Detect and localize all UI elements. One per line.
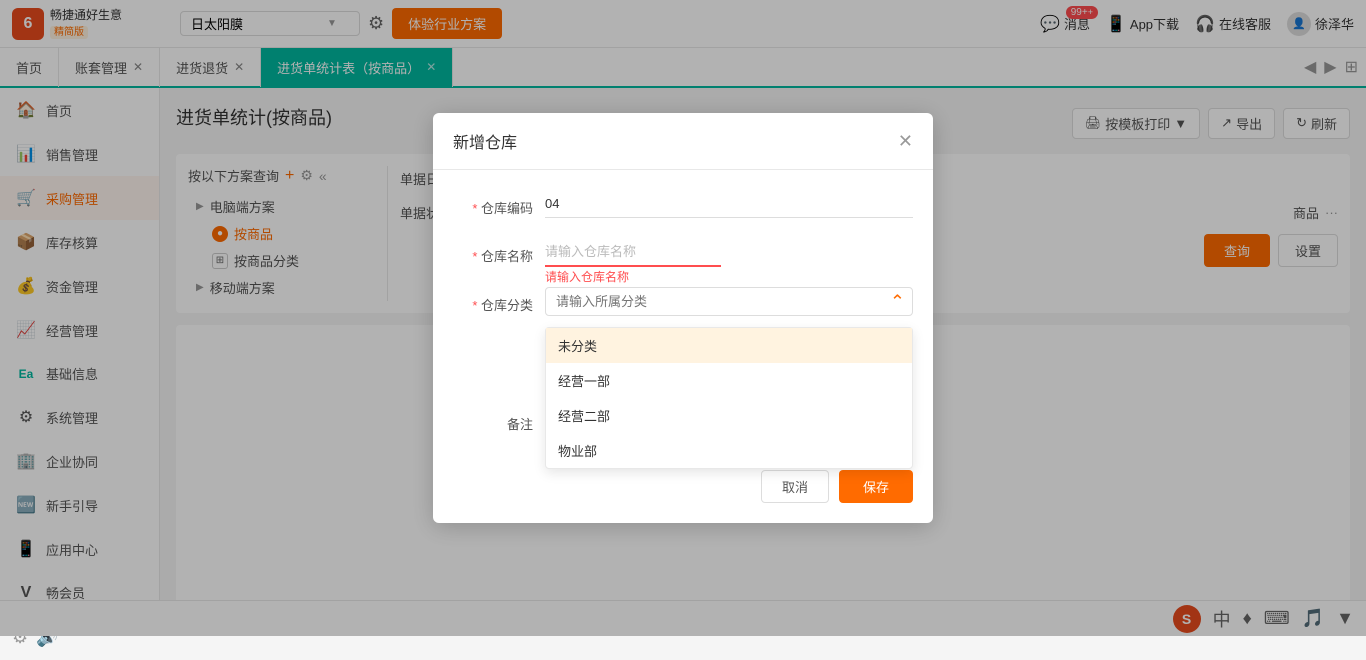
add-warehouse-modal: 新增仓库 ✕ 仓库编码 仓库名称 请输入仓库名称 仓库分类	[433, 113, 933, 523]
modal-overlay: 新增仓库 ✕ 仓库编码 仓库名称 请输入仓库名称 仓库分类	[0, 0, 1366, 636]
save-button[interactable]: 保存	[839, 470, 913, 503]
warehouse-category-row: 仓库分类 ⌃ 未分类 经营一部 经营二部 物业部	[453, 287, 913, 316]
category-dropdown: 未分类 经营一部 经营二部 物业部	[545, 327, 913, 469]
dropdown-item-1[interactable]: 经营一部	[546, 363, 912, 398]
category-select-wrapper: ⌃ 未分类 经营一部 经营二部 物业部	[545, 287, 913, 316]
note-label: 备注	[453, 406, 533, 433]
modal-header: 新增仓库 ✕	[433, 113, 933, 170]
code-label: 仓库编码	[453, 190, 533, 217]
warehouse-name-input[interactable]	[545, 238, 721, 267]
dropdown-item-0[interactable]: 未分类	[546, 328, 912, 363]
category-dropdown-icon[interactable]: ⌃	[890, 291, 905, 312]
modal-title: 新增仓库	[453, 129, 517, 153]
dropdown-item-3[interactable]: 物业部	[546, 433, 912, 468]
warehouse-name-row: 仓库名称 请输入仓库名称	[453, 238, 913, 267]
name-error-message: 请输入仓库名称	[545, 268, 629, 285]
name-label: 仓库名称	[453, 238, 533, 265]
category-label: 仓库分类	[453, 287, 533, 314]
dropdown-item-2[interactable]: 经营二部	[546, 398, 912, 433]
modal-body: 仓库编码 仓库名称 请输入仓库名称 仓库分类 ⌃ 未分类	[433, 170, 933, 434]
warehouse-code-row: 仓库编码	[453, 190, 913, 218]
cancel-button[interactable]: 取消	[761, 470, 829, 503]
modal-close-button[interactable]: ✕	[898, 131, 913, 152]
warehouse-code-input[interactable]	[545, 190, 913, 218]
category-input[interactable]	[545, 287, 913, 316]
